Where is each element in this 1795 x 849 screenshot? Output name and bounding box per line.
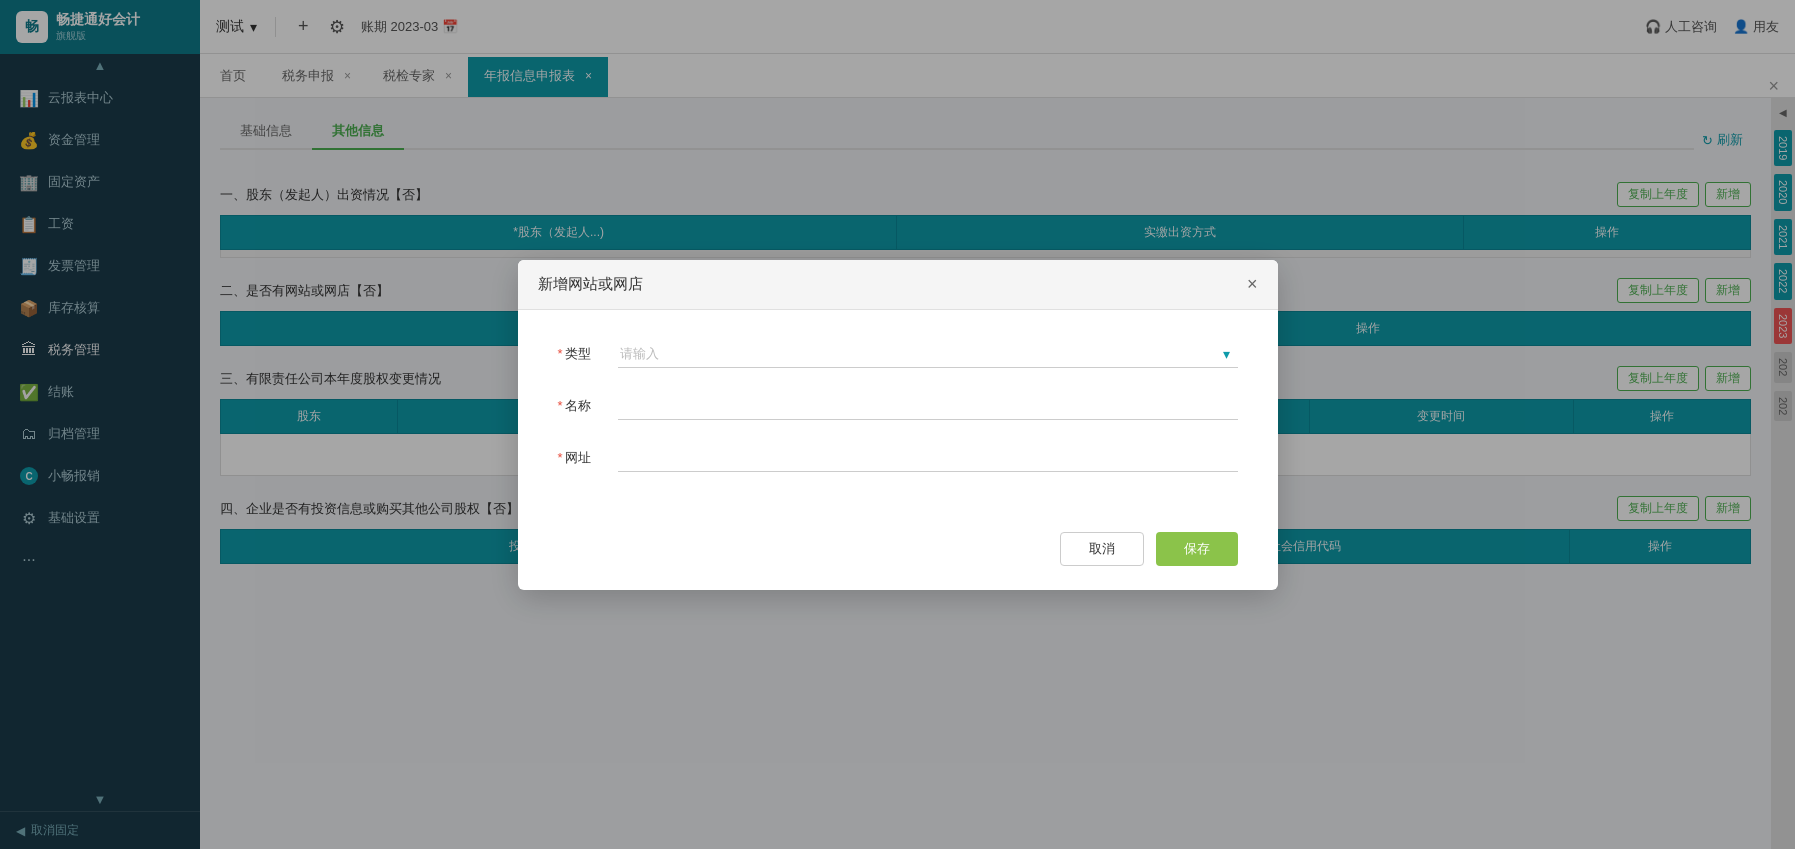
form-label-type: *类型 (558, 345, 618, 363)
modal-header: 新增网站或网店 × (518, 260, 1278, 310)
form-input-name-wrap (618, 392, 1238, 420)
save-button[interactable]: 保存 (1156, 532, 1238, 566)
modal-title: 新增网站或网店 (538, 275, 643, 294)
url-input[interactable] (618, 444, 1238, 472)
name-input[interactable] (618, 392, 1238, 420)
modal-close-button[interactable]: × (1247, 274, 1258, 295)
type-input[interactable] (618, 340, 1238, 368)
form-input-url-wrap (618, 444, 1238, 472)
form-label-name: *名称 (558, 397, 618, 415)
form-label-url: *网址 (558, 449, 618, 467)
modal-overlay: 新增网站或网店 × *类型 ▾ *名称 (0, 0, 1795, 849)
modal-body: *类型 ▾ *名称 *网址 (518, 310, 1278, 516)
form-group-name: *名称 (558, 392, 1238, 420)
form-group-url: *网址 (558, 444, 1238, 472)
modal-footer: 取消 保存 (518, 516, 1278, 590)
cancel-button[interactable]: 取消 (1060, 532, 1144, 566)
modal-add-website: 新增网站或网店 × *类型 ▾ *名称 (518, 260, 1278, 590)
form-input-type-wrap: ▾ (618, 340, 1238, 368)
form-group-type: *类型 ▾ (558, 340, 1238, 368)
